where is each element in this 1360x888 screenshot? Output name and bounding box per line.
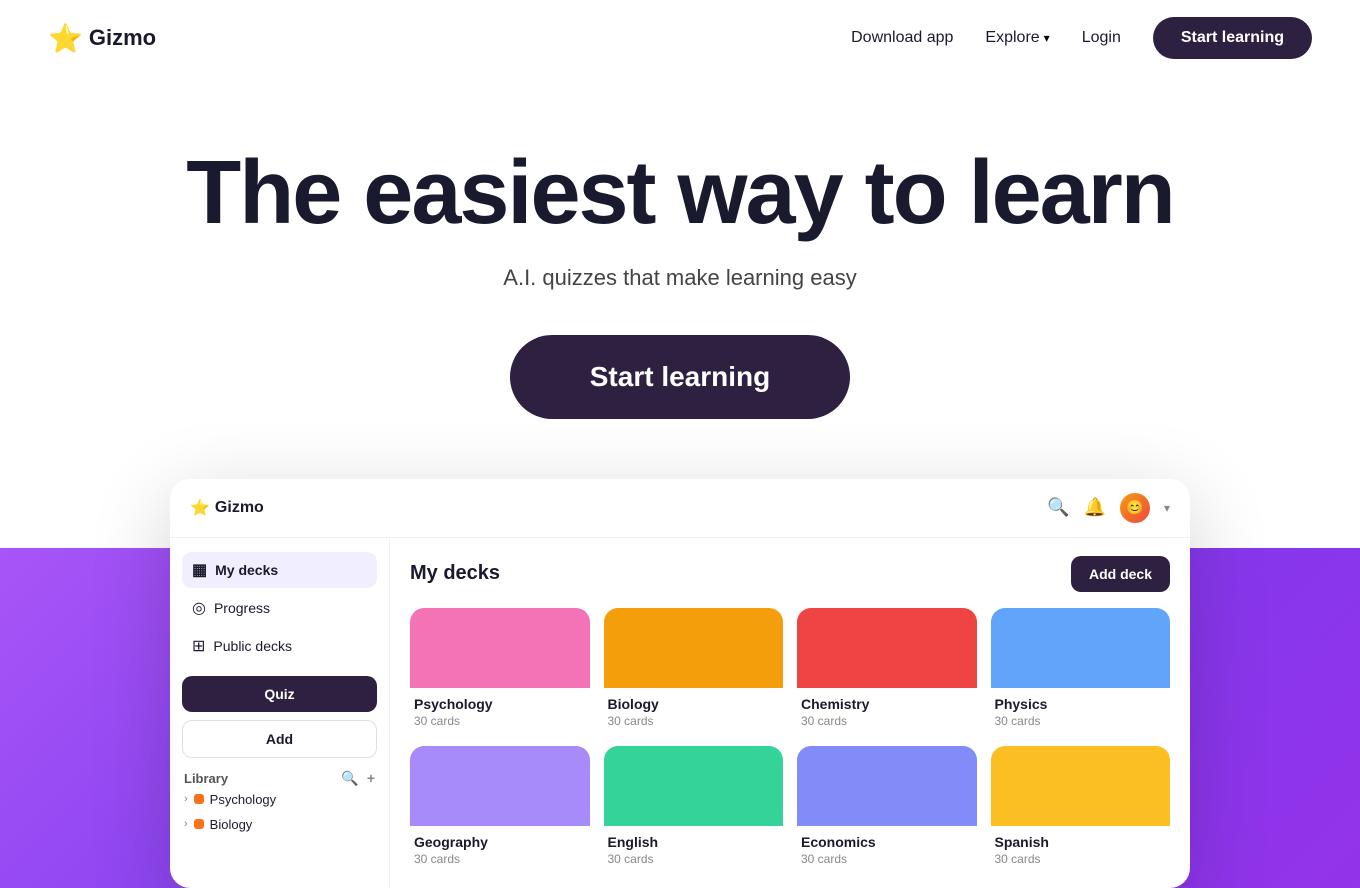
- hero-start-learning-button[interactable]: Start learning: [510, 335, 850, 419]
- deck-card-chemistry[interactable]: Chemistry 30 cards: [797, 608, 977, 732]
- physics-card-color: [991, 608, 1171, 688]
- chevron-down-icon: ▾: [1044, 31, 1050, 45]
- main-header: My decks Add deck: [410, 556, 1170, 592]
- notification-icon[interactable]: 🔔: [1084, 497, 1106, 518]
- chemistry-deck-name: Chemistry: [801, 696, 973, 712]
- chemistry-card-color: [797, 608, 977, 688]
- add-deck-button[interactable]: Add deck: [1071, 556, 1170, 592]
- library-item-biology-label: Biology: [210, 817, 253, 832]
- hero-heading: The easiest way to learn: [20, 146, 1340, 241]
- explore-link[interactable]: Explore: [985, 29, 1039, 47]
- sidebar-item-public-decks[interactable]: ⊞ Public decks: [182, 628, 377, 664]
- hero-section: The easiest way to learn A.I. quizzes th…: [0, 76, 1360, 419]
- library-header: Library 🔍 +: [182, 770, 377, 787]
- spanish-deck-name: Spanish: [995, 834, 1167, 850]
- library-label: Library: [184, 771, 228, 786]
- economics-deck-name: Economics: [801, 834, 973, 850]
- app-body: ▦ My decks ◎ Progress ⊞ Public decks Qui…: [170, 538, 1190, 888]
- english-deck-name: English: [608, 834, 780, 850]
- login-link[interactable]: Login: [1082, 29, 1121, 47]
- biology-deck-count: 30 cards: [608, 714, 780, 728]
- spanish-card-info: Spanish 30 cards: [991, 826, 1171, 870]
- library-icons: 🔍 +: [341, 770, 375, 787]
- chemistry-deck-count: 30 cards: [801, 714, 973, 728]
- nav-logo-text: Gizmo: [89, 25, 156, 51]
- app-header: ⭐ Gizmo 🔍 🔔 😊 ▾: [170, 479, 1190, 538]
- english-card-color: [604, 746, 784, 826]
- psychology-deck-count: 30 cards: [414, 714, 586, 728]
- star-icon: ⭐: [48, 22, 83, 55]
- english-card-info: English 30 cards: [604, 826, 784, 870]
- deck-card-physics[interactable]: Physics 30 cards: [991, 608, 1171, 732]
- geography-deck-name: Geography: [414, 834, 586, 850]
- app-header-icons: 🔍 🔔 😊 ▾: [1047, 493, 1170, 523]
- add-button[interactable]: Add: [182, 720, 377, 758]
- biology-dot: [194, 819, 204, 829]
- quiz-button[interactable]: Quiz: [182, 676, 377, 712]
- main-content: My decks Add deck Psychology 30 cards: [390, 538, 1190, 888]
- avatar[interactable]: 😊: [1120, 493, 1150, 523]
- library-search-icon[interactable]: 🔍: [341, 770, 358, 787]
- deck-card-biology[interactable]: Biology 30 cards: [604, 608, 784, 732]
- app-logo-text: Gizmo: [215, 499, 264, 517]
- library-item-biology[interactable]: › Biology: [182, 812, 377, 837]
- download-app-link[interactable]: Download app: [851, 29, 953, 47]
- physics-deck-count: 30 cards: [995, 714, 1167, 728]
- psychology-deck-name: Psychology: [414, 696, 586, 712]
- nav-start-learning-button[interactable]: Start learning: [1153, 17, 1312, 59]
- sidebar-buttons: Quiz Add: [182, 676, 377, 758]
- psychology-card-color: [410, 608, 590, 688]
- chevron-down-icon: ▾: [1164, 501, 1170, 515]
- library-item-psychology-label: Psychology: [210, 792, 276, 807]
- public-decks-icon: ⊞: [192, 636, 205, 656]
- nav-right: Download app Explore ▾ Login Start learn…: [851, 17, 1312, 59]
- app-logo: ⭐ Gizmo: [190, 498, 264, 518]
- psychology-dot: [194, 794, 204, 804]
- explore-dropdown[interactable]: Explore ▾: [985, 29, 1049, 47]
- deck-card-geography[interactable]: Geography 30 cards: [410, 746, 590, 870]
- chemistry-card-info: Chemistry 30 cards: [797, 688, 977, 732]
- physics-card-info: Physics 30 cards: [991, 688, 1171, 732]
- biology-deck-name: Biology: [608, 696, 780, 712]
- economics-card-color: [797, 746, 977, 826]
- geography-card-color: [410, 746, 590, 826]
- biology-card-info: Biology 30 cards: [604, 688, 784, 732]
- library-item-psychology[interactable]: › Psychology: [182, 787, 377, 812]
- library-add-icon[interactable]: +: [367, 770, 375, 787]
- sidebar: ▦ My decks ◎ Progress ⊞ Public decks Qui…: [170, 538, 390, 888]
- sidebar-item-progress-label: Progress: [214, 600, 270, 616]
- my-decks-icon: ▦: [192, 560, 207, 580]
- app-star-icon: ⭐: [190, 498, 210, 518]
- deck-card-spanish[interactable]: Spanish 30 cards: [991, 746, 1171, 870]
- app-window: ⭐ Gizmo 🔍 🔔 😊 ▾ ▦ My decks ◎ Progress: [170, 479, 1190, 888]
- main-title: My decks: [410, 562, 500, 585]
- sidebar-item-public-decks-label: Public decks: [213, 638, 292, 654]
- progress-icon: ◎: [192, 598, 206, 618]
- physics-deck-name: Physics: [995, 696, 1167, 712]
- economics-card-info: Economics 30 cards: [797, 826, 977, 870]
- deck-grid: Psychology 30 cards Biology 30 cards: [410, 608, 1170, 870]
- geography-card-info: Geography 30 cards: [410, 826, 590, 870]
- search-icon[interactable]: 🔍: [1047, 497, 1069, 518]
- psychology-card-info: Psychology 30 cards: [410, 688, 590, 732]
- nav-logo[interactable]: ⭐ Gizmo: [48, 22, 156, 55]
- deck-card-psychology[interactable]: Psychology 30 cards: [410, 608, 590, 732]
- navbar: ⭐ Gizmo Download app Explore ▾ Login Sta…: [0, 0, 1360, 76]
- deck-card-english[interactable]: English 30 cards: [604, 746, 784, 870]
- biology-card-color: [604, 608, 784, 688]
- app-preview-section: ⭐ Gizmo 🔍 🔔 😊 ▾ ▦ My decks ◎ Progress: [0, 479, 1360, 888]
- deck-card-economics[interactable]: Economics 30 cards: [797, 746, 977, 870]
- sidebar-item-my-decks-label: My decks: [215, 562, 278, 578]
- spanish-card-color: [991, 746, 1171, 826]
- sidebar-item-progress[interactable]: ◎ Progress: [182, 590, 377, 626]
- sidebar-item-my-decks[interactable]: ▦ My decks: [182, 552, 377, 588]
- hero-subheading: A.I. quizzes that make learning easy: [20, 265, 1340, 291]
